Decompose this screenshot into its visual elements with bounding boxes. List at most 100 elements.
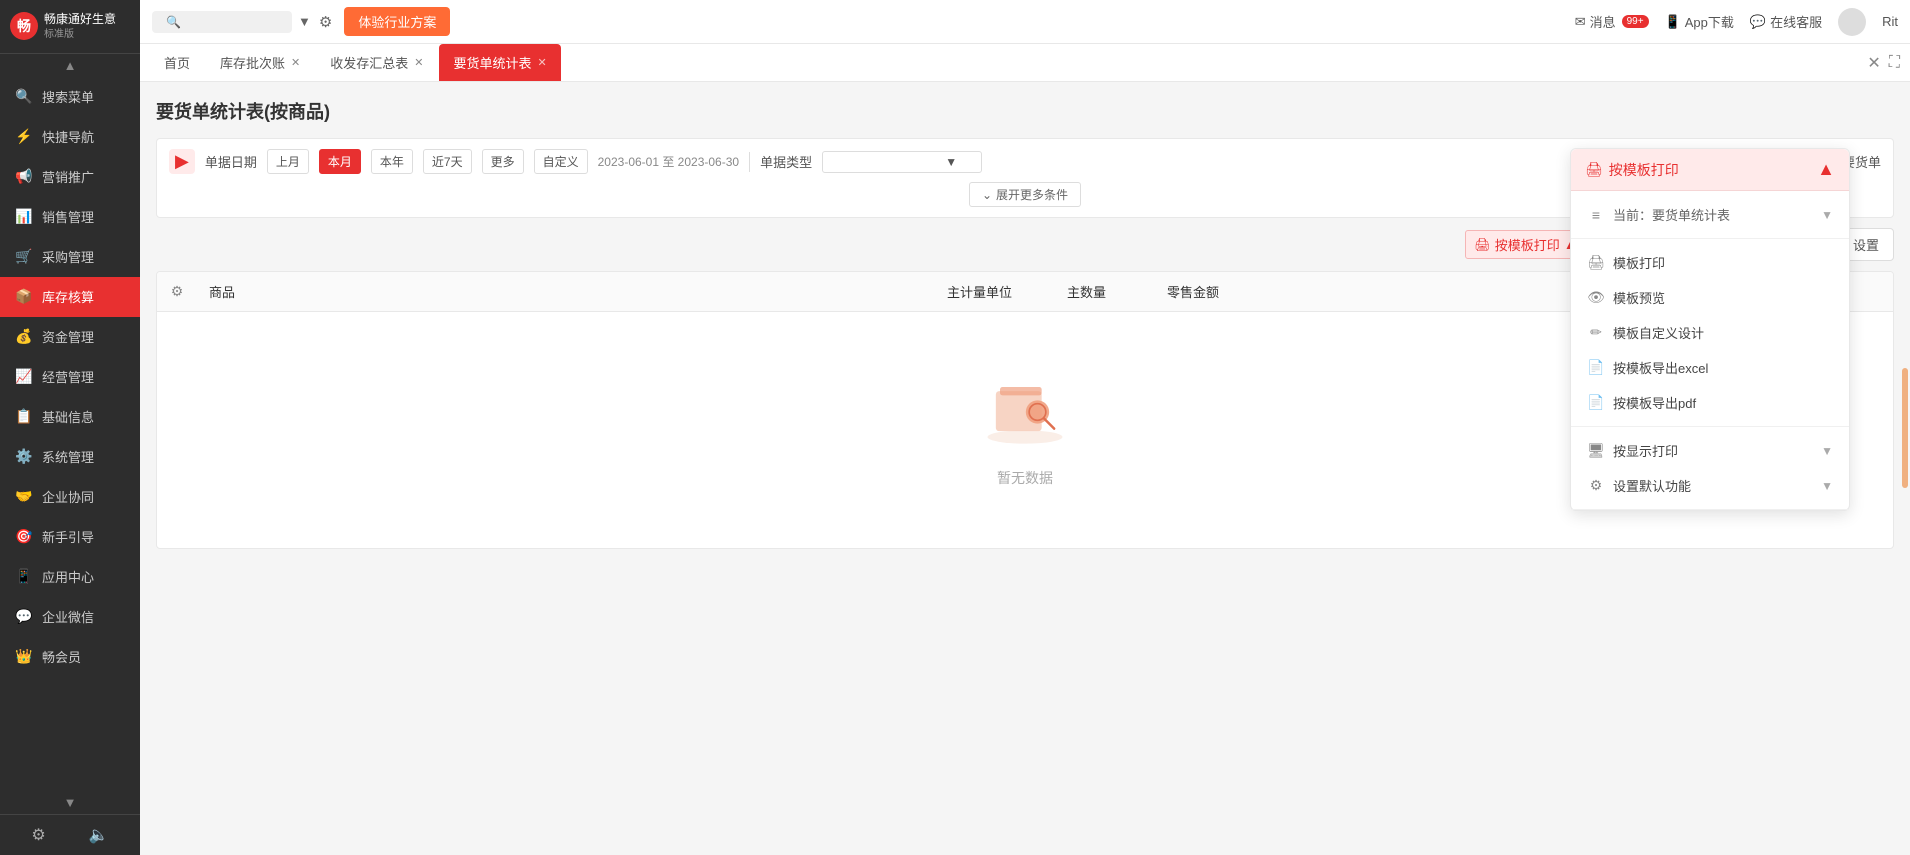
order-type-label: 单据类型: [760, 152, 812, 171]
sidebar-label-basic-info: 基础信息: [42, 407, 94, 426]
printer-icon: 🖨: [1474, 237, 1491, 253]
sidebar-item-basic-info[interactable]: 📋 基础信息: [0, 397, 140, 437]
set-default-arrow-icon: ▼: [1821, 479, 1833, 493]
empty-text: 暂无数据: [997, 468, 1053, 488]
search-icon: 🔍: [14, 87, 34, 107]
order-type-select[interactable]: ▼: [822, 151, 982, 173]
dropdown-item-template-preview[interactable]: 👁 模板预览: [1571, 280, 1849, 315]
avatar[interactable]: [1838, 8, 1866, 36]
sidebar-item-app-center[interactable]: 📱 应用中心: [0, 557, 140, 597]
sidebar-item-inventory[interactable]: 📦 库存核算: [0, 277, 140, 317]
marketing-icon: 📢: [14, 167, 34, 187]
dropdown-item-set-default[interactable]: ⚙ 设置默认功能 ▼: [1571, 468, 1849, 503]
sidebar-item-members[interactable]: 👑 畅会员: [0, 637, 140, 677]
th-product: 商品: [197, 282, 935, 301]
export-pdf-icon: 📄: [1587, 394, 1605, 411]
tabbar: 首页 库存批次账 ✕ 收发存汇总表 ✕ 要货单统计表 ✕ ✕ ⛶: [140, 44, 1910, 82]
close-tab-order-summary[interactable]: ✕: [538, 56, 547, 69]
dropdown-item-export-excel[interactable]: 📄 按模板导出excel: [1571, 350, 1849, 385]
dropdown-close-btn[interactable]: ▲: [1817, 159, 1835, 180]
sidebar-item-new-guide[interactable]: 🎯 新手引导: [0, 517, 140, 557]
dropdown-item-export-pdf[interactable]: 📄 按模板导出pdf: [1571, 385, 1849, 420]
sidebar-item-system[interactable]: ⚙️ 系统管理: [0, 437, 140, 477]
operations-icon: 📈: [14, 367, 34, 387]
enterprise-wechat-icon: 💬: [14, 607, 34, 627]
sidebar-label-enterprise: 企业协同: [42, 487, 94, 506]
sidebar-item-finance[interactable]: 💰 资金管理: [0, 317, 140, 357]
app-download-btn[interactable]: 📱 App下载: [1665, 12, 1734, 31]
dropdown-title: 🖨 按模板打印: [1585, 160, 1679, 180]
enterprise-icon: 🤝: [14, 487, 34, 507]
tab-receive-summary[interactable]: 收发存汇总表 ✕: [316, 44, 437, 81]
main-area: 🔍 ▼ ⚙ 体验行业方案 ✉ 消息 99+ 📱 App下载 💬 在线客服 Rit: [140, 0, 1910, 855]
sidebar-item-search[interactable]: 🔍 搜索菜单: [0, 77, 140, 117]
sidebar-scroll-up[interactable]: ▲: [0, 54, 140, 77]
sidebar-label-inventory: 库存核算: [42, 287, 94, 306]
finance-icon: 💰: [14, 327, 34, 347]
tab-inventory-batch[interactable]: 库存批次账 ✕: [206, 44, 314, 81]
logo-text: 畅康通好生意 标准版: [44, 12, 116, 41]
sidebar-label-marketing: 营销推广: [42, 167, 94, 186]
template-print-dropdown: 🖨 按模板打印 ▲ ≡ 当前：要货单统计表 ▼ 🖨 模板打印: [1570, 148, 1850, 511]
th-quantity: 主数量: [1055, 282, 1155, 301]
date-btn-this-month[interactable]: 本月: [319, 149, 361, 174]
date-btn-this-year[interactable]: 本年: [371, 149, 413, 174]
sidebar-item-operations[interactable]: 📈 经营管理: [0, 357, 140, 397]
date-btn-custom[interactable]: 自定义: [534, 149, 588, 174]
trial-industry-btn[interactable]: 体验行业方案: [344, 7, 450, 36]
close-tab-inventory-batch[interactable]: ✕: [291, 56, 300, 69]
expand-more-btn[interactable]: ⌄ 展开更多条件: [969, 182, 1081, 207]
sidebar-item-quick-nav[interactable]: ⚡ 快捷导航: [0, 117, 140, 157]
messages-btn[interactable]: ✉ 消息 99+: [1575, 12, 1649, 31]
settings-footer-btn[interactable]: ⚙: [31, 825, 45, 845]
speaker-footer-btn[interactable]: 🔈: [89, 825, 109, 845]
template-print-btn[interactable]: 🖨 按模板打印 ▲: [1465, 230, 1585, 259]
sidebar-item-marketing[interactable]: 📢 营销推广: [0, 157, 140, 197]
tab-order-summary[interactable]: 要货单统计表 ✕: [439, 44, 560, 81]
sidebar-item-enterprise-wechat[interactable]: 💬 企业微信: [0, 597, 140, 637]
sidebar-label-operations: 经营管理: [42, 367, 94, 386]
sidebar-item-enterprise[interactable]: 🤝 企业协同: [0, 477, 140, 517]
tab-close-all-btn[interactable]: ✕: [1867, 53, 1880, 73]
dropdown-item-display-print[interactable]: 🖥 按显示打印 ▼: [1571, 433, 1849, 468]
sales-icon: 📊: [14, 207, 34, 227]
tab-home[interactable]: 首页: [150, 44, 204, 81]
dropdown-extra-section: 🖥 按显示打印 ▼ ⚙ 设置默认功能 ▼: [1571, 427, 1849, 510]
date-btn-more[interactable]: 更多: [482, 149, 524, 174]
dropdown-items-section: 🖨 模板打印 👁 模板预览 ✏ 模板自定义设计 📄 按模板导出: [1571, 239, 1849, 427]
sidebar-scroll-down[interactable]: ▼: [0, 791, 140, 814]
close-tab-receive-summary[interactable]: ✕: [414, 56, 423, 69]
inventory-icon: 📦: [14, 287, 34, 307]
sidebar-label-system: 系统管理: [42, 447, 94, 466]
sidebar-label-enterprise-wechat: 企业微信: [42, 607, 94, 626]
sidebar-label-finance: 资金管理: [42, 327, 94, 346]
topbar-gear-icon[interactable]: ⚙: [319, 13, 332, 31]
date-btn-last-month[interactable]: 上月: [267, 149, 309, 174]
dropdown-item-template-print[interactable]: 🖨 模板打印: [1571, 245, 1849, 280]
sidebar-logo: 畅 畅康通好生意 标准版: [0, 0, 140, 54]
display-print-icon: 🖥: [1587, 442, 1605, 459]
sidebar-item-sales[interactable]: 📊 销售管理: [0, 197, 140, 237]
app-center-icon: 📱: [14, 567, 34, 587]
sidebar-label-quick-nav: 快捷导航: [42, 127, 94, 146]
th-checkbox: ⚙: [157, 283, 197, 300]
topbar-search-box[interactable]: 🔍: [152, 11, 292, 33]
current-indicator-icon: ≡: [1587, 207, 1605, 223]
quick-nav-icon: ⚡: [14, 127, 34, 147]
sidebar-label-search: 搜索菜单: [42, 87, 94, 106]
template-print-icon: 🖨: [1587, 254, 1605, 271]
online-service-btn[interactable]: 💬 在线客服: [1750, 12, 1822, 31]
filter-expand-icon[interactable]: ▶: [169, 149, 195, 174]
dropdown-current-item[interactable]: ≡ 当前：要货单统计表 ▼: [1571, 197, 1849, 232]
sidebar-label-app-center: 应用中心: [42, 567, 94, 586]
topbar-dropdown-arrow[interactable]: ▼: [298, 14, 311, 29]
tabbar-right: ✕ ⛶: [1867, 53, 1900, 73]
dropdown-item-template-custom[interactable]: ✏ 模板自定义设计: [1571, 315, 1849, 350]
date-btn-last-7-days[interactable]: 近7天: [423, 149, 472, 174]
right-scrollbar[interactable]: [1902, 368, 1908, 488]
tab-maximize-btn[interactable]: ⛶: [1889, 54, 1900, 72]
sidebar-item-purchase[interactable]: 🛒 采购管理: [0, 237, 140, 277]
date-filter-label: 单据日期: [205, 152, 257, 171]
system-icon: ⚙️: [14, 447, 34, 467]
date-range-display: 2023-06-01 至 2023-06-30: [598, 153, 739, 170]
